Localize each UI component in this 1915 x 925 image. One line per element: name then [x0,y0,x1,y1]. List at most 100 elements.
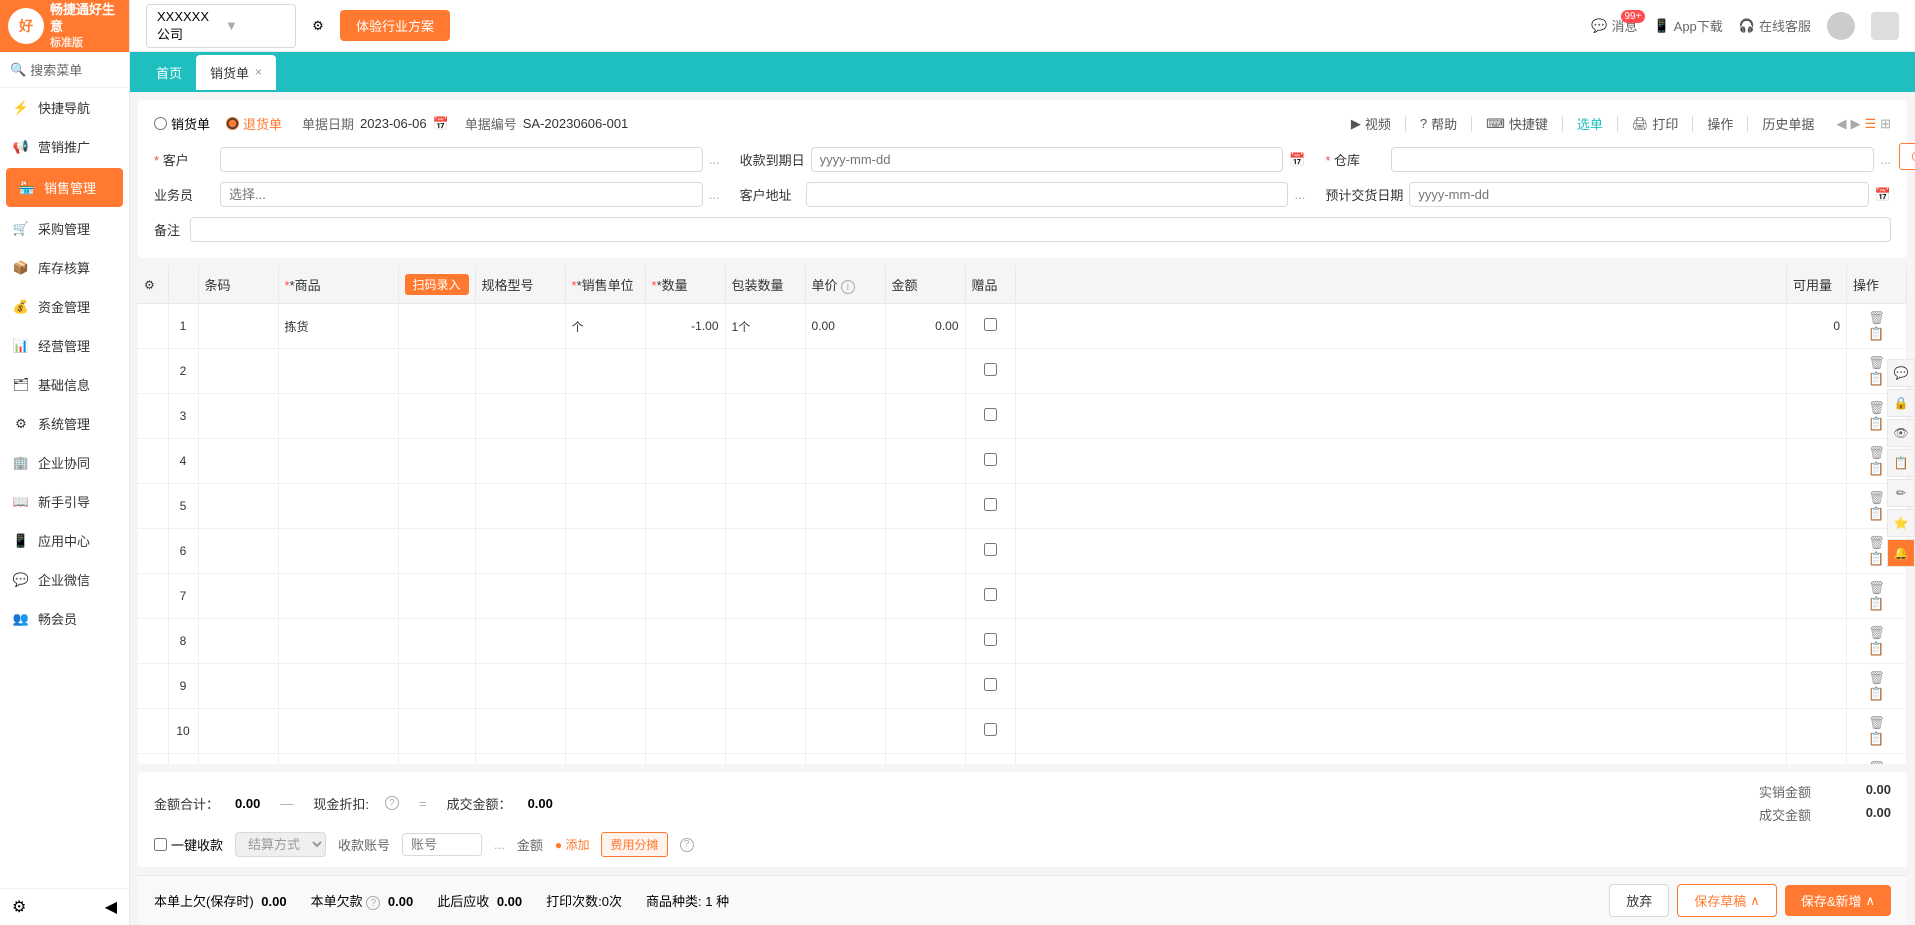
save-draft-button[interactable]: 保存草稿 ∧ [1677,884,1777,917]
app-download-item[interactable]: 📱 App下载 [1653,16,1722,35]
customer-input[interactable] [220,147,703,172]
salesperson-more-icon[interactable]: ... [709,187,720,202]
delete-row-5-icon[interactable]: 🗑 [1864,490,1889,506]
discount-info-icon[interactable]: ? [385,796,399,810]
calendar-icon[interactable]: 📅 [433,116,449,132]
delete-row-11-icon[interactable]: 🗑 [1864,760,1889,764]
delete-row-4-icon[interactable]: 🗑 [1864,445,1889,461]
debt-info-icon[interactable]: ? [366,896,380,910]
settings-button[interactable]: ⊙ 设置 [1899,143,1915,170]
list-view-icon[interactable]: ☰ [1864,116,1876,132]
sidebar-item-member[interactable]: 👥 畅会员 [0,599,129,638]
message-item[interactable]: 💬 消息 99+ [1591,16,1637,35]
due-date-input[interactable] [811,147,1283,172]
expense-info-icon[interactable]: ? [680,838,694,852]
customer-more-icon[interactable]: ... [709,152,720,167]
delete-row-6-icon[interactable]: 🗑 [1864,535,1889,551]
tab-sales-order[interactable]: 销货单 × [196,55,276,90]
float-btn-2[interactable]: 🔒 [1887,389,1915,417]
sidebar-item-finance[interactable]: 💰 资金管理 [0,287,129,326]
gift-checkbox-4[interactable] [984,453,997,466]
copy-row-10-icon[interactable]: 📋 [1864,731,1888,747]
gift-checkbox-5[interactable] [984,498,997,511]
sidebar-item-sales[interactable]: 🏪 销售管理 [6,168,123,207]
trial-button[interactable]: 体验行业方案 [340,10,450,41]
gift-checkbox-6[interactable] [984,543,997,556]
grid-view-icon[interactable]: ⊞ [1880,116,1891,132]
sidebar-item-quick-nav[interactable]: ⚡ 快捷导航 [0,88,129,127]
salesperson-input[interactable] [220,182,703,207]
company-selector[interactable]: XXXXXX公司 ▼ [146,4,296,48]
expense-split-btn[interactable]: 费用分摊 [601,832,667,857]
toolbar-help[interactable]: ? 帮助 [1414,112,1463,135]
float-btn-1[interactable]: 💬 [1887,359,1915,387]
gift-checkbox-3[interactable] [984,408,997,421]
discard-button[interactable]: 放弃 [1609,884,1669,917]
user-avatar[interactable] [1827,12,1855,40]
toolbar-print[interactable]: 🖨 打印 [1626,112,1685,135]
delete-row-3-icon[interactable]: 🗑 [1864,400,1889,416]
toolbar-video[interactable]: ▶ 视频 [1345,112,1397,135]
tab-home[interactable]: 首页 [142,55,196,90]
search-menu[interactable]: 🔍 搜索菜单 [0,52,129,88]
settings-gear-icon[interactable]: ⚙ [12,897,26,917]
user-menu-icon[interactable] [1871,12,1899,40]
account-input[interactable] [402,833,482,856]
settlement-method-select[interactable]: 结算方式 [235,832,326,857]
save-new-chevron-icon[interactable]: ∧ [1865,893,1875,909]
gift-checkbox-10[interactable] [984,723,997,736]
gift-checkbox-8[interactable] [984,633,997,646]
save-new-button[interactable]: 保存&新增 ∧ [1785,885,1891,916]
gift-checkbox-9[interactable] [984,678,997,691]
th-settings[interactable]: ⚙ [138,266,168,304]
tab-close-icon[interactable]: × [255,65,262,79]
add-payment-icon[interactable]: ● 添加 [555,836,590,853]
sidebar-item-guide[interactable]: 📖 新手引导 [0,482,129,521]
sidebar-item-base[interactable]: 🗂 基础信息 [0,365,129,404]
barcode-input-1[interactable] [205,319,272,334]
warehouse-more-icon[interactable]: ... [1880,152,1891,167]
copy-row-3-icon[interactable]: 📋 [1864,416,1888,432]
warehouse-input[interactable]: 建材仓 [1391,147,1874,172]
price-info-icon[interactable]: i [841,280,855,294]
sidebar-item-system[interactable]: ⚙ 系统管理 [0,404,129,443]
float-btn-3[interactable]: 👁 [1887,419,1915,447]
sidebar-item-purchase[interactable]: 🛒 采购管理 [0,209,129,248]
sidebar-item-manage[interactable]: 📊 经营管理 [0,326,129,365]
gift-checkbox-1[interactable] [984,318,997,331]
copy-row-5-icon[interactable]: 📋 [1864,506,1888,522]
toolbar-shortcut[interactable]: ⌨ 快捷键 [1480,112,1554,135]
sidebar-item-company[interactable]: 🏢 企业协同 [0,443,129,482]
prev-record-icon[interactable]: ◀ [1836,116,1846,132]
float-btn-orange[interactable]: 🔔 [1887,539,1915,567]
sidebar-item-app[interactable]: 📱 应用中心 [0,521,129,560]
save-draft-chevron-icon[interactable]: ∧ [1750,893,1760,909]
radio-sales-order[interactable]: 销货单 [154,114,210,133]
radio-return-order[interactable]: 退货单 [226,114,282,133]
toolbar-operation[interactable]: 操作 [1701,112,1739,135]
delete-row-10-icon[interactable]: 🗑 [1864,715,1889,731]
delete-row-7-icon[interactable]: 🗑 [1864,580,1889,596]
calendar-expected-icon[interactable]: 📅 [1875,187,1891,203]
copy-row-4-icon[interactable]: 📋 [1864,461,1888,477]
customer-addr-input[interactable] [806,182,1289,207]
one-click-pay-checkbox[interactable]: 一键收款 [154,835,223,854]
copy-row-7-icon[interactable]: 📋 [1864,596,1888,612]
collapse-sidebar-icon[interactable]: ◀ [105,897,117,917]
float-btn-4[interactable]: 📋 [1887,449,1915,477]
delete-row-8-icon[interactable]: 🗑 [1864,625,1889,641]
copy-row-9-icon[interactable]: 📋 [1864,686,1888,702]
online-support-item[interactable]: 🎧 在线客服 [1739,16,1811,35]
settings-icon-top[interactable]: ⚙ [308,16,328,36]
gift-checkbox-2[interactable] [984,363,997,376]
copy-row-2-icon[interactable]: 📋 [1864,371,1888,387]
next-record-icon[interactable]: ▶ [1850,116,1860,132]
copy-row-6-icon[interactable]: 📋 [1864,551,1888,567]
delete-row-2-icon[interactable]: 🗑 [1864,355,1889,371]
copy-row-1-icon[interactable]: 📋 [1864,326,1888,342]
toolbar-select[interactable]: 选单 [1571,112,1609,135]
customer-addr-more-icon[interactable]: ... [1294,187,1305,202]
toolbar-history[interactable]: 历史单据 [1756,112,1820,135]
delete-row-1-icon[interactable]: 🗑 [1864,310,1889,326]
float-btn-5[interactable]: ✏ [1887,479,1915,507]
